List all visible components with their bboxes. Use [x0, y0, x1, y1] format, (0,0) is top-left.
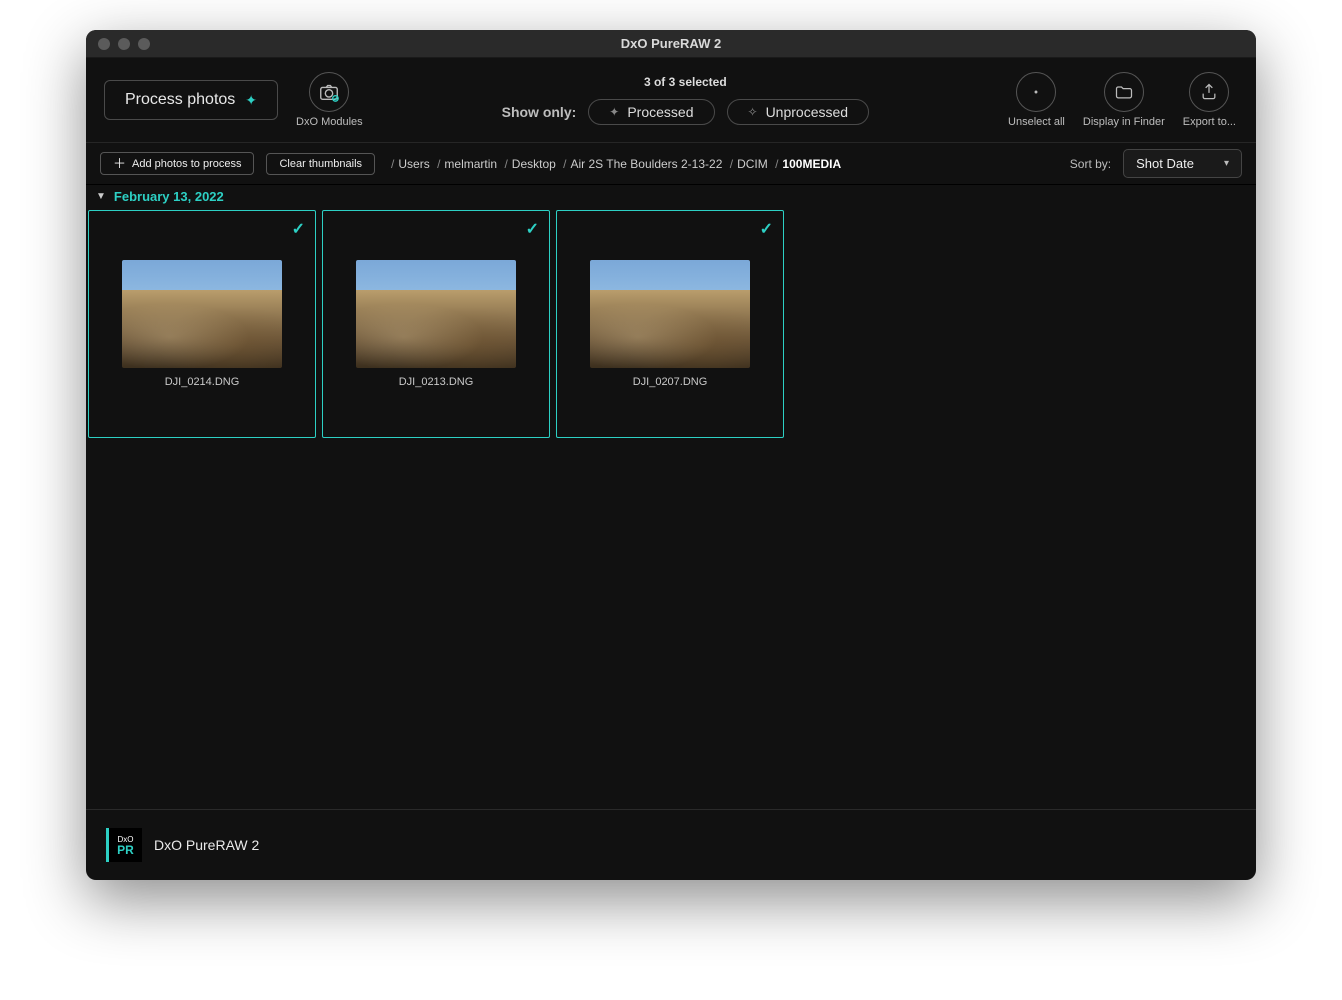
show-only-label: Show only: — [502, 104, 577, 120]
app-window: DxO PureRAW 2 Process photos ✦ DxO Modul… — [86, 30, 1256, 880]
thumbnail-filename: DJI_0213.DNG — [399, 376, 474, 388]
breadcrumb-seg[interactable]: DCIM — [737, 157, 768, 171]
chevron-down-icon: ▾ — [1224, 158, 1229, 169]
titlebar: DxO PureRAW 2 — [86, 30, 1256, 58]
sparkle-icon: ✦ — [245, 92, 257, 109]
thumbnail-filename: DJI_0214.DNG — [165, 376, 240, 388]
selection-count: 3 of 3 selected — [644, 75, 727, 89]
checkmark-icon: ✓ — [526, 219, 539, 239]
sort-by-select[interactable]: Shot Date ▾ — [1123, 149, 1242, 178]
unselect-all-label: Unselect all — [1008, 116, 1065, 128]
unselect-icon — [1026, 82, 1046, 102]
thumbnail-image — [122, 260, 282, 368]
sparkle-icon: ✦ — [609, 105, 619, 119]
checkmark-icon: ✓ — [292, 219, 305, 239]
breadcrumb-seg[interactable]: Users — [398, 157, 429, 171]
breadcrumb-seg[interactable]: Desktop — [512, 157, 556, 171]
collapse-triangle-icon: ▼ — [96, 191, 106, 202]
breadcrumb-seg-active[interactable]: 100MEDIA — [782, 157, 841, 171]
unselect-all-button[interactable]: Unselect all — [1008, 72, 1065, 128]
sort-by-value: Shot Date — [1136, 156, 1194, 171]
toolbar-center: 3 of 3 selected Show only: ✦ Processed ✧… — [381, 75, 990, 125]
clear-thumbnails-label: Clear thumbnails — [279, 158, 362, 170]
sparkle-icon: ✧ — [748, 105, 758, 119]
export-to-label: Export to... — [1183, 116, 1236, 128]
export-icon — [1199, 82, 1219, 102]
add-photos-label: Add photos to process — [132, 158, 241, 170]
main-toolbar: Process photos ✦ DxO Modules 3 of 3 sele… — [86, 58, 1256, 143]
folder-icon — [1114, 82, 1134, 102]
footer: DxO PR DxO PureRAW 2 — [86, 809, 1256, 880]
date-group-label: February 13, 2022 — [114, 189, 224, 204]
plus-icon: ＋ — [113, 157, 126, 170]
thumbnail-image — [590, 260, 750, 368]
thumbnail-image — [356, 260, 516, 368]
display-in-finder-label: Display in Finder — [1083, 116, 1165, 128]
thumbnail[interactable]: ✓ DJI_0214.DNG — [88, 210, 316, 438]
process-photos-label: Process photos — [125, 91, 235, 109]
filter-processed-button[interactable]: ✦ Processed — [588, 99, 714, 125]
app-badge-bottom: PR — [117, 844, 134, 856]
breadcrumb-seg[interactable]: melmartin — [444, 157, 497, 171]
date-group-header[interactable]: ▼ February 13, 2022 — [86, 185, 1256, 208]
sort-by-label: Sort by: — [1070, 157, 1111, 171]
thumbnail-grid: ✓ DJI_0214.DNG ✓ DJI_0213.DNG ✓ DJI_0207… — [86, 208, 1256, 440]
thumbnail[interactable]: ✓ DJI_0213.DNG — [322, 210, 550, 438]
add-photos-button[interactable]: ＋ Add photos to process — [100, 152, 254, 175]
filter-unprocessed-button[interactable]: ✧ Unprocessed — [727, 99, 870, 125]
filter-processed-label: Processed — [627, 104, 693, 120]
window-title: DxO PureRAW 2 — [86, 36, 1256, 51]
dxo-modules-label: DxO Modules — [296, 116, 363, 128]
camera-icon — [318, 81, 340, 103]
filter-unprocessed-label: Unprocessed — [766, 104, 849, 120]
breadcrumb: /Users /melmartin /Desktop /Air 2S The B… — [387, 157, 841, 171]
secondary-toolbar: ＋ Add photos to process Clear thumbnails… — [86, 143, 1256, 185]
thumbnail[interactable]: ✓ DJI_0207.DNG — [556, 210, 784, 438]
display-in-finder-button[interactable]: Display in Finder — [1083, 72, 1165, 128]
checkmark-icon: ✓ — [760, 219, 773, 239]
thumbnail-filename: DJI_0207.DNG — [633, 376, 708, 388]
app-badge: DxO PR — [106, 828, 142, 862]
footer-app-name: DxO PureRAW 2 — [154, 837, 259, 853]
filter-row: Show only: ✦ Processed ✧ Unprocessed — [502, 99, 869, 125]
breadcrumb-seg[interactable]: Air 2S The Boulders 2-13-22 — [571, 157, 723, 171]
clear-thumbnails-button[interactable]: Clear thumbnails — [266, 153, 375, 175]
dxo-modules-button[interactable]: DxO Modules — [296, 72, 363, 128]
export-to-button[interactable]: Export to... — [1183, 72, 1236, 128]
process-photos-button[interactable]: Process photos ✦ — [104, 80, 278, 120]
toolbar-right: Unselect all Display in Finder Export to… — [1008, 72, 1236, 128]
